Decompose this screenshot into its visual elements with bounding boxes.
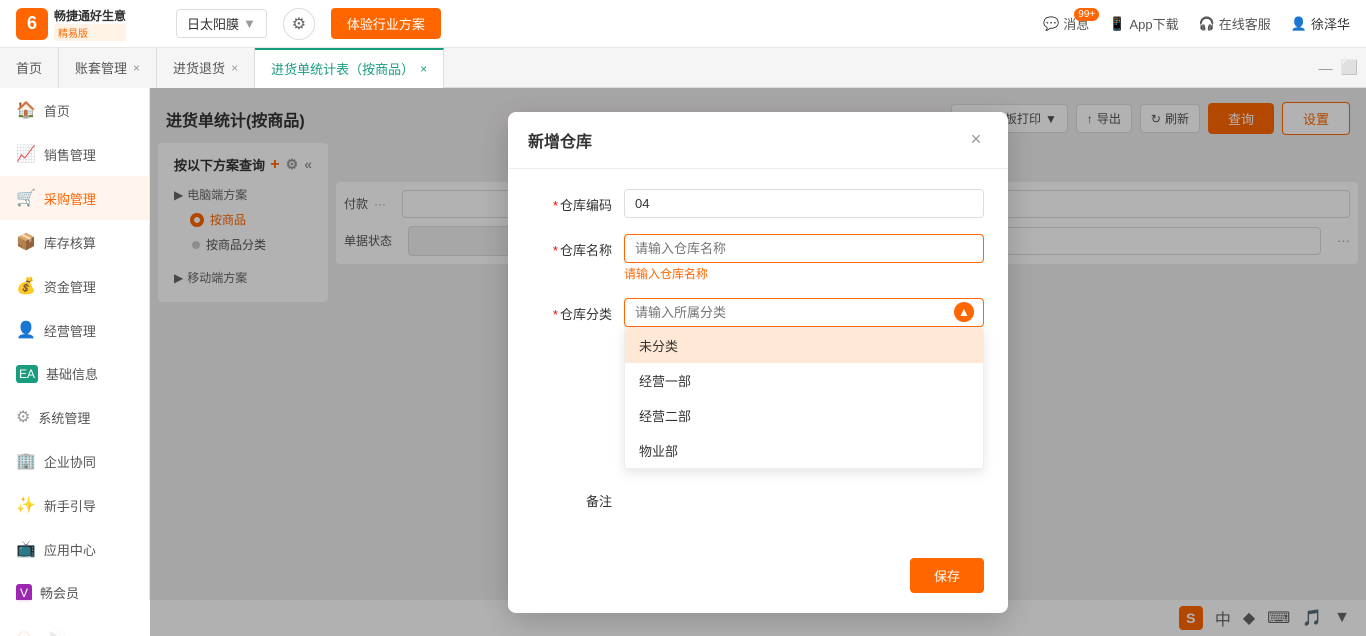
- dialog-title: 新增仓库: [528, 128, 592, 152]
- name-error-msg: 请输入仓库名称: [624, 265, 984, 282]
- note-label: 备注: [532, 485, 612, 510]
- new-warehouse-dialog: 新增仓库 × *仓库编码: [508, 112, 1008, 613]
- top-bar: 6 畅捷通好生意 精易版 日太阳膜 ▼ ⚙ 体验行业方案 💬 消息 99+ 📱 …: [0, 0, 1366, 48]
- form-row-category: *仓库分类 ▲ 未分类 经营一部 经营二部: [532, 298, 984, 469]
- top-right: 💬 消息 99+ 📱 App下载 🎧 在线客服 👤 徐泽华: [1043, 14, 1350, 33]
- tab-return[interactable]: 进货退货 ×: [157, 48, 255, 88]
- system-icon: ⚙: [16, 407, 30, 427]
- dropdown-item-dept1[interactable]: 经营一部: [625, 363, 983, 398]
- tab-window-controls: — ⬜: [1319, 59, 1366, 76]
- sidebar-item-system[interactable]: ⚙ 系统管理: [0, 395, 149, 439]
- tab-home[interactable]: 首页: [0, 48, 59, 88]
- sidebar-item-purchase[interactable]: 🛒 采购管理: [0, 176, 149, 220]
- warehouse-code-input[interactable]: [624, 189, 984, 218]
- message-item[interactable]: 💬 消息 99+: [1043, 14, 1089, 33]
- dialog-overlay: 新增仓库 × *仓库编码: [150, 88, 1366, 636]
- category-field: ▲ 未分类 经营一部 经营二部 物业部: [624, 298, 984, 469]
- user-icon: 👤: [1291, 16, 1307, 32]
- sidebar-item-home[interactable]: 🏠 首页: [0, 88, 149, 132]
- sidebar-item-enterprise[interactable]: 🏢 企业协同: [0, 439, 149, 483]
- dropdown-item-dept3[interactable]: 物业部: [625, 433, 983, 468]
- inventory-icon: 📦: [16, 232, 36, 252]
- sidebar: 🏠 首页 📈 销售管理 🛒 采购管理 📦 库存核算 💰 资金管理 👤 经营管理 …: [0, 88, 150, 636]
- sidebar-item-basic-info[interactable]: EA 基础信息: [0, 352, 149, 395]
- close-icon[interactable]: ×: [231, 61, 238, 75]
- gear-button[interactable]: ⚙: [283, 8, 315, 40]
- warehouse-name-input[interactable]: [624, 234, 984, 263]
- tab-bar: 首页 账套管理 × 进货退货 × 进货单统计表（按商品） × — ⬜: [0, 48, 1366, 88]
- close-icon[interactable]: ×: [420, 62, 427, 76]
- app-download-item[interactable]: 📱 App下载: [1109, 14, 1178, 33]
- trial-button[interactable]: 体验行业方案: [331, 8, 441, 39]
- home-icon: 🏠: [16, 100, 36, 120]
- tab-purchase-stats[interactable]: 进货单统计表（按商品） ×: [255, 48, 444, 88]
- main-layout: 🏠 首页 📈 销售管理 🛒 采购管理 📦 库存核算 💰 资金管理 👤 经营管理 …: [0, 88, 1366, 636]
- name-field: 请输入仓库名称: [624, 234, 984, 282]
- online-service-item[interactable]: 🎧 在线客服: [1199, 14, 1271, 33]
- app-center-icon: 📺: [16, 539, 36, 559]
- content-area: 进货单统计(按商品) 🖨 按模板打印 ▼ ↑ 导出 ↻ 刷新 查询 设置: [150, 88, 1366, 636]
- dialog-close-button[interactable]: ×: [964, 128, 988, 152]
- minimize-icon[interactable]: —: [1319, 60, 1333, 76]
- dialog-body: *仓库编码 *仓库名称 请输入仓库名称: [508, 169, 1008, 546]
- user-item[interactable]: 👤 徐泽华: [1291, 14, 1350, 33]
- message-icon: 💬: [1043, 16, 1059, 32]
- phone-icon: 📱: [1109, 16, 1125, 32]
- logo-area: 6 畅捷通好生意 精易版: [16, 7, 166, 41]
- maximize-icon[interactable]: ⬜: [1341, 59, 1358, 76]
- app-logo-icon: 6: [16, 8, 48, 40]
- sidebar-item-finance[interactable]: 💰 资金管理: [0, 264, 149, 308]
- code-label: *仓库编码: [532, 189, 612, 214]
- sidebar-item-inventory[interactable]: 📦 库存核算: [0, 220, 149, 264]
- basic-info-icon: EA: [16, 365, 38, 383]
- sidebar-item-operation[interactable]: 👤 经营管理: [0, 308, 149, 352]
- top-actions: ⚙ 体验行业方案: [283, 8, 441, 40]
- sales-icon: 📈: [16, 144, 36, 164]
- purchase-icon: 🛒: [16, 188, 36, 208]
- close-icon[interactable]: ×: [133, 61, 140, 75]
- chevron-up-icon[interactable]: ▲: [954, 302, 974, 322]
- name-label: *仓库名称: [532, 234, 612, 259]
- category-select-wrap: ▲: [624, 298, 984, 327]
- guide-icon: ✨: [16, 495, 36, 515]
- store-selector[interactable]: 日太阳膜 ▼: [176, 9, 267, 38]
- dialog-footer: 保存: [508, 546, 1008, 613]
- sidebar-item-sales[interactable]: 📈 销售管理: [0, 132, 149, 176]
- dropdown-item-dept2[interactable]: 经营二部: [625, 398, 983, 433]
- code-field: [624, 189, 984, 218]
- dialog-header: 新增仓库 ×: [508, 112, 1008, 169]
- operation-icon: 👤: [16, 320, 36, 340]
- chevron-down-icon: ▼: [243, 16, 256, 31]
- category-input[interactable]: [624, 298, 984, 327]
- sidebar-item-app-center[interactable]: 📺 应用中心: [0, 527, 149, 571]
- sidebar-item-guide[interactable]: ✨ 新手引导: [0, 483, 149, 527]
- vip-icon: V: [16, 584, 32, 602]
- enterprise-icon: 🏢: [16, 451, 36, 471]
- headset-icon: 🎧: [1199, 16, 1215, 32]
- logo-text: 畅捷通好生意 精易版: [54, 7, 126, 41]
- form-row-code: *仓库编码: [532, 189, 984, 218]
- tab-account[interactable]: 账套管理 ×: [59, 48, 157, 88]
- save-button[interactable]: 保存: [910, 558, 984, 593]
- finance-icon: 💰: [16, 276, 36, 296]
- form-row-note: 备注: [532, 485, 984, 510]
- category-label: *仓库分类: [532, 298, 612, 323]
- dropdown-item-uncategorized[interactable]: 未分类: [625, 328, 983, 363]
- category-dropdown: 未分类 经营一部 经营二部 物业部: [624, 327, 984, 469]
- form-row-name: *仓库名称 请输入仓库名称: [532, 234, 984, 282]
